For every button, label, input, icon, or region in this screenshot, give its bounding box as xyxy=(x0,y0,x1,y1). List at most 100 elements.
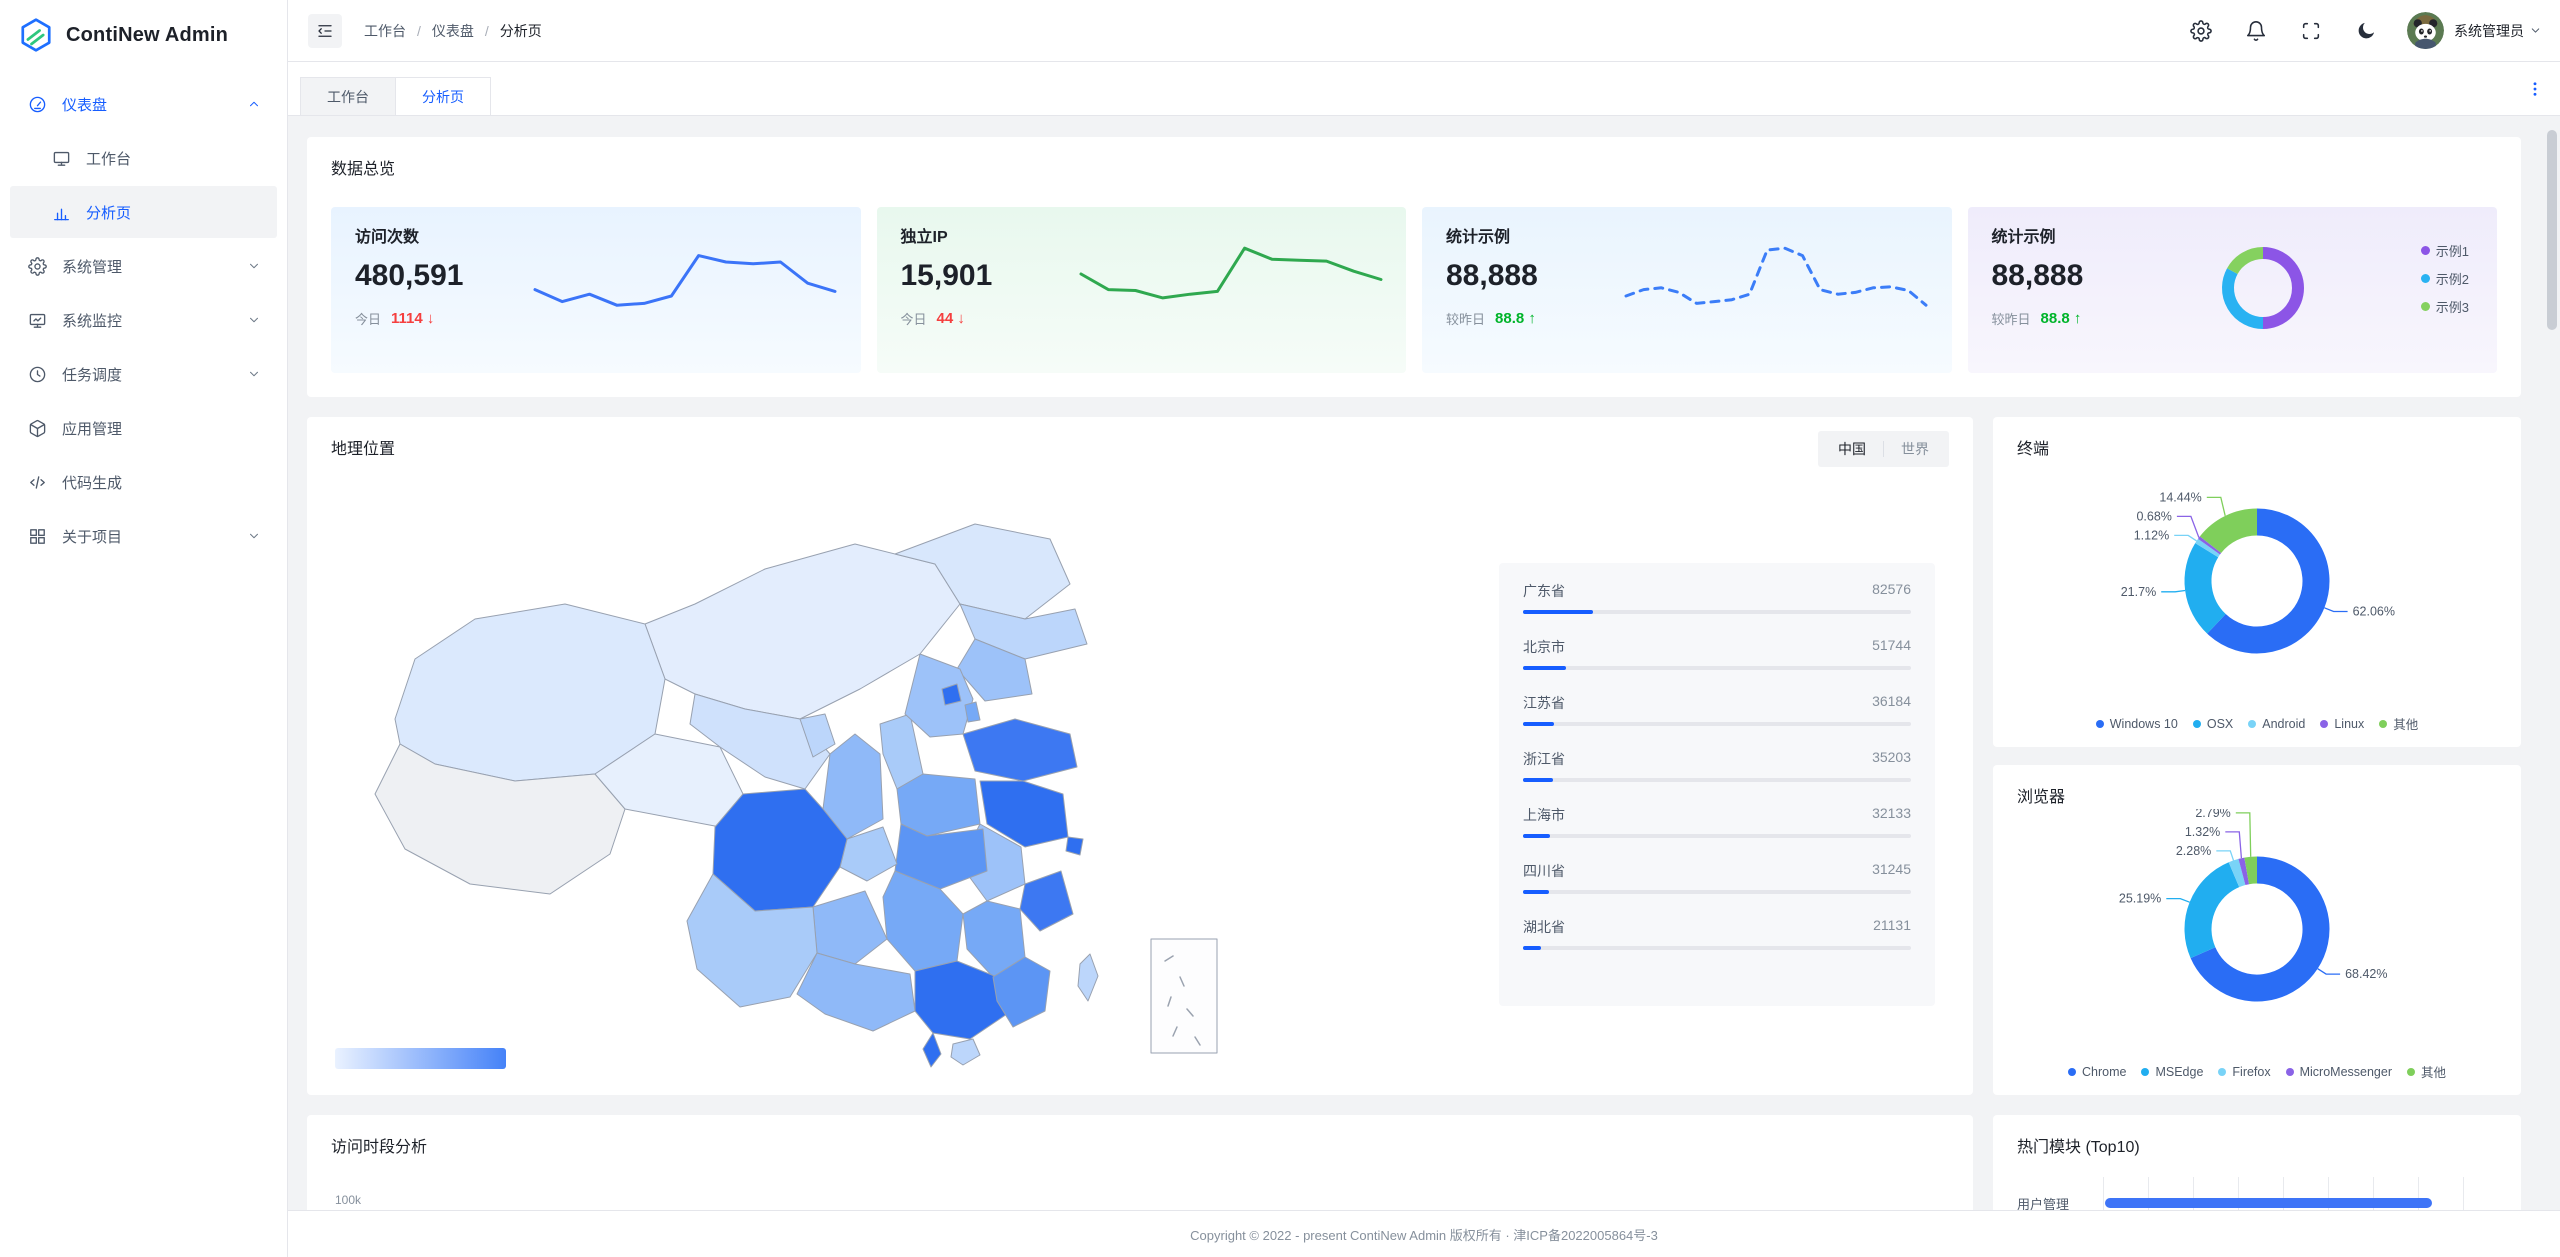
trend-up-value: 88.8 ↑ xyxy=(1495,310,1536,327)
stat-card-chart-stat-example-line xyxy=(1622,235,1930,335)
legend-item-Windows 10[interactable]: Windows 10 xyxy=(2096,717,2178,731)
rank-row-上海市: 上海市 32133 xyxy=(1523,805,1911,838)
rank-region-value: 51744 xyxy=(1872,637,1911,657)
legend-item-示例2[interactable]: 示例2 xyxy=(2421,269,2469,288)
legend-item-示例1[interactable]: 示例1 xyxy=(2421,241,2469,260)
svg-text:25.19%: 25.19% xyxy=(2119,892,2161,906)
legend-label: 其他 xyxy=(2421,1062,2446,1081)
sidebar-item-app-management[interactable]: 应用管理 xyxy=(10,402,277,454)
module-bar-chart[interactable] xyxy=(2103,1177,2497,1210)
legend-label: Linux xyxy=(2334,717,2364,731)
breadcrumb-separator: / xyxy=(485,23,489,39)
rank-bar-track xyxy=(1523,946,1911,950)
legend-item-Firefox[interactable]: Firefox xyxy=(2218,1065,2270,1079)
sidebar: ContiNew Admin 仪表盘工作台分析页系统管理系统监控任务调度应用管理… xyxy=(0,0,288,1257)
rank-region-name: 广东省 xyxy=(1523,581,1565,601)
legend-dot xyxy=(2218,1068,2226,1076)
copyright-text: Copyright © 2022 - present ContiNew Admi… xyxy=(1190,1225,1658,1244)
sidebar-item-label: 分析页 xyxy=(86,202,261,223)
rank-bar-track xyxy=(1523,834,1911,838)
panel-title-overview: 数据总览 xyxy=(331,155,395,179)
legend-item-Android[interactable]: Android xyxy=(2248,717,2305,731)
legend-item-MicroMessenger[interactable]: MicroMessenger xyxy=(2286,1065,2392,1079)
map-scope-toggle: 中国 世界 xyxy=(1818,431,1949,467)
footer: Copyright © 2022 - present ContiNew Admi… xyxy=(288,1210,2560,1257)
legend-dot xyxy=(2096,720,2104,728)
stat-card-chart-unique-ip xyxy=(1077,235,1385,335)
sidebar-item-dashboard[interactable]: 仪表盘 xyxy=(10,78,277,130)
stat-card-stat-example-line: 统计示例88,888较昨日88.8 ↑ xyxy=(1422,207,1952,373)
sidebar-item-about-project[interactable]: 关于项目 xyxy=(10,510,277,562)
browser-donut-chart[interactable]: 25.19%2.28%1.32%2.79%68.42% xyxy=(2017,809,2497,1049)
terminal-donut-chart[interactable]: 21.7%1.12%0.68%14.44%62.06% xyxy=(2017,461,2497,701)
trend-down-value: 44 ↓ xyxy=(937,310,965,327)
legend-item-Chrome[interactable]: Chrome xyxy=(2068,1065,2126,1079)
rank-bar-fill xyxy=(1523,666,1566,670)
tab-workplace[interactable]: 工作台 xyxy=(300,77,396,115)
legend-item-MSEdge[interactable]: MSEdge xyxy=(2141,1065,2203,1079)
map-visualmap-gradient xyxy=(335,1048,506,1069)
grid-icon xyxy=(28,527,47,546)
legend-dot xyxy=(2193,720,2201,728)
legend-label: MicroMessenger xyxy=(2300,1065,2392,1079)
user-avatar[interactable] xyxy=(2407,12,2444,49)
legend-item-OSX[interactable]: OSX xyxy=(2193,717,2233,731)
data-overview-panel: 数据总览 访问次数480,591今日1114 ↓独立IP15,901今日44 ↓… xyxy=(307,137,2521,397)
legend-item-Linux[interactable]: Linux xyxy=(2320,717,2364,731)
rank-row-北京市: 北京市 51744 xyxy=(1523,637,1911,670)
menu-collapse-button[interactable] xyxy=(308,14,342,48)
terminal-panel: 终端 21.7%1.12%0.68%14.44%62.06% Windows 1… xyxy=(1993,417,2521,747)
legend-item-示例3[interactable]: 示例3 xyxy=(2421,297,2469,316)
rank-region-name: 上海市 xyxy=(1523,805,1565,825)
sidebar-item-label: 应用管理 xyxy=(62,418,261,439)
sidebar-item-label: 仪表盘 xyxy=(62,94,247,115)
settings-button[interactable] xyxy=(2190,20,2212,42)
sidebar-item-system-management[interactable]: 系统管理 xyxy=(10,240,277,292)
user-name[interactable]: 系统管理员 xyxy=(2454,21,2524,41)
map-scope-world-button[interactable]: 世界 xyxy=(1884,434,1946,464)
map-scope-china-button[interactable]: 中国 xyxy=(1821,434,1883,464)
legend-item-其他[interactable]: 其他 xyxy=(2407,1062,2446,1081)
sidebar-item-label: 任务调度 xyxy=(62,364,247,385)
scrollbar-thumb[interactable] xyxy=(2547,130,2557,330)
legend-label: 其他 xyxy=(2393,714,2418,733)
code-icon xyxy=(28,473,47,492)
notifications-button[interactable] xyxy=(2245,20,2267,42)
rank-bar-track xyxy=(1523,722,1911,726)
rank-row-浙江省: 浙江省 35203 xyxy=(1523,749,1911,782)
sidebar-item-code-generation[interactable]: 代码生成 xyxy=(10,456,277,508)
trend-down-value: 1114 ↓ xyxy=(391,310,434,327)
chevron-down-icon xyxy=(247,259,261,273)
top-modules-panel: 热门模块 (Top10) 用户管理 xyxy=(1993,1115,2521,1210)
breadcrumb-item[interactable]: 仪表盘 xyxy=(432,21,474,41)
breadcrumb-item[interactable]: 工作台 xyxy=(364,21,406,41)
chevron-down-icon[interactable] xyxy=(2529,24,2542,37)
sidebar-item-task-schedule[interactable]: 任务调度 xyxy=(10,348,277,400)
rank-region-value: 35203 xyxy=(1872,749,1911,769)
time-analysis-panel: 访问时段分析 100k xyxy=(307,1115,1973,1210)
sidebar-item-analysis[interactable]: 分析页 xyxy=(10,186,277,238)
rank-region-value: 32133 xyxy=(1872,805,1911,825)
module-bar-row: 用户管理 xyxy=(2017,1177,2497,1210)
legend-dot xyxy=(2320,720,2328,728)
chevron-down-icon xyxy=(247,313,261,327)
more-vertical-icon[interactable] xyxy=(2526,80,2544,98)
sidebar-item-label: 系统管理 xyxy=(62,256,247,277)
fullscreen-button[interactable] xyxy=(2300,20,2322,42)
tab-analysis[interactable]: 分析页 xyxy=(395,77,491,115)
top-header: 工作台 / 仪表盘 / 分析页 系统管理员 xyxy=(288,0,2560,62)
clock-icon xyxy=(28,365,47,384)
stat-card-chart-visits xyxy=(531,235,839,335)
breadcrumb: 工作台 / 仪表盘 / 分析页 xyxy=(364,21,542,41)
legend-item-其他[interactable]: 其他 xyxy=(2379,714,2418,733)
rank-region-value: 36184 xyxy=(1872,693,1911,713)
rank-region-name: 浙江省 xyxy=(1523,749,1565,769)
stat-card-visits: 访问次数480,591今日1114 ↓ xyxy=(331,207,861,373)
sidebar-item-system-monitor[interactable]: 系统监控 xyxy=(10,294,277,346)
rank-bar-fill xyxy=(1523,722,1554,726)
china-map-chart[interactable] xyxy=(335,509,1255,1075)
dark-mode-button[interactable] xyxy=(2355,20,2377,42)
module-bar xyxy=(2105,1198,2432,1208)
sidebar-item-workplace[interactable]: 工作台 xyxy=(10,132,277,184)
rank-region-name: 北京市 xyxy=(1523,637,1565,657)
